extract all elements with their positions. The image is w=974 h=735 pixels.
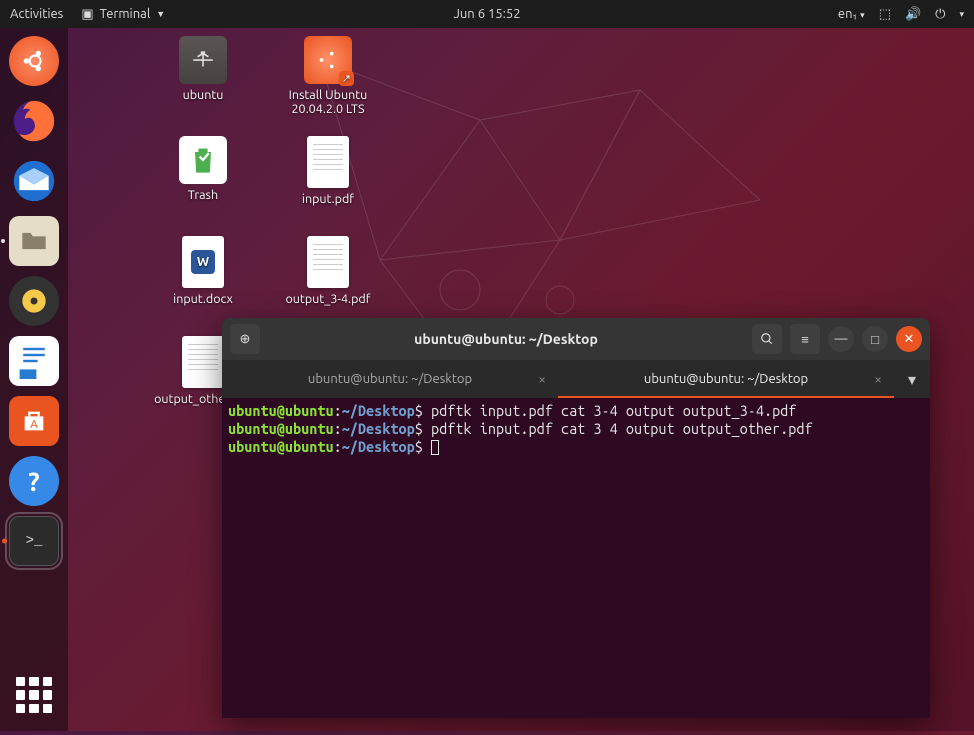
desktop-icon-label: output_3-4.pdf (268, 292, 388, 306)
window-title: ubuntu@ubuntu: ~/Desktop (268, 331, 744, 347)
desktop-icon-label: input.pdf (268, 192, 388, 206)
desktop-icon-trash[interactable]: Trash (143, 136, 263, 202)
pdf-icon (307, 236, 349, 288)
desktop-icon-label: input.docx (143, 292, 263, 306)
desktop-icon-label: Install Ubuntu 20.04.2.0 LTS (268, 88, 388, 116)
terminal-titlebar[interactable]: ⊕ ubuntu@ubuntu: ~/Desktop ≡ — □ ✕ (222, 318, 930, 360)
dock-terminal[interactable]: >_ (9, 516, 59, 566)
dock-software[interactable]: A (9, 396, 59, 446)
desktop-icon-output-34[interactable]: output_3-4.pdf (268, 236, 388, 306)
top-bar: Activities ▣ Terminal ▼ Jun 6 15:52 en₁ … (0, 0, 974, 28)
dock: A ? >_ (0, 28, 68, 731)
network-icon[interactable]: ⬚ (879, 7, 891, 22)
terminal-menu-icon: ▣ (81, 7, 93, 22)
trash-icon (179, 136, 227, 184)
docx-icon: W (182, 236, 224, 288)
dock-ubuntu[interactable] (9, 36, 59, 86)
chevron-down-icon: ▾ (959, 9, 964, 20)
tab-close-button[interactable]: × (538, 371, 546, 387)
dock-writer[interactable] (9, 336, 59, 386)
desktop-icon-home-folder[interactable]: ubuntu (143, 36, 263, 102)
installer-icon (304, 36, 352, 84)
pdf-icon (307, 136, 349, 188)
desktop-icon-label: Trash (143, 188, 263, 202)
chevron-down-icon: ▼ (156, 9, 165, 19)
dock-files[interactable] (9, 216, 59, 266)
terminal-window: ⊕ ubuntu@ubuntu: ~/Desktop ≡ — □ ✕ ubunt… (222, 318, 930, 718)
dock-rhythmbox[interactable] (9, 276, 59, 326)
terminal-tab-1[interactable]: ubuntu@ubuntu: ~/Desktop × (558, 360, 894, 398)
search-button[interactable] (752, 324, 782, 354)
activities-button[interactable]: Activities (10, 7, 63, 21)
dock-thunderbird[interactable] (9, 156, 59, 206)
dock-firefox[interactable] (9, 96, 59, 146)
tab-label: ubuntu@ubuntu: ~/Desktop (308, 372, 472, 386)
terminal-tab-bar: ubuntu@ubuntu: ~/Desktop×ubuntu@ubuntu: … (222, 360, 930, 398)
app-menu-label: Terminal (100, 7, 151, 21)
chevron-down-icon: ▾ (860, 10, 865, 20)
power-icon[interactable]: ⏻ (935, 7, 945, 22)
input-source-indicator[interactable]: en₁ ▾ (838, 7, 865, 21)
svg-text:A: A (30, 418, 38, 431)
tab-dropdown-button[interactable]: ▾ (894, 360, 930, 398)
desktop-icon-input-docx[interactable]: Winput.docx (143, 236, 263, 306)
folder-icon (179, 36, 227, 84)
terminal-tab-0[interactable]: ubuntu@ubuntu: ~/Desktop × (222, 360, 558, 398)
close-button[interactable]: ✕ (896, 326, 922, 352)
maximize-button[interactable]: □ (862, 326, 888, 352)
app-menu[interactable]: ▣ Terminal ▼ (81, 7, 165, 22)
terminal-body[interactable]: ubuntu@ubuntu:~/Desktop$ pdftk input.pdf… (222, 398, 930, 718)
tab-close-button[interactable]: × (874, 371, 882, 387)
desktop-icon-installer[interactable]: Install Ubuntu 20.04.2.0 LTS (268, 36, 388, 116)
desktop-icon-label: ubuntu (143, 88, 263, 102)
volume-icon[interactable]: 🔊 (905, 7, 921, 22)
hamburger-menu-button[interactable]: ≡ (790, 324, 820, 354)
minimize-button[interactable]: — (828, 326, 854, 352)
show-applications-button[interactable] (16, 677, 52, 713)
pdf-icon (182, 336, 224, 388)
desktop-icon-input-pdf[interactable]: input.pdf (268, 136, 388, 206)
clock[interactable]: Jun 6 15:52 (453, 7, 520, 21)
new-tab-button[interactable]: ⊕ (230, 324, 260, 354)
tab-label: ubuntu@ubuntu: ~/Desktop (644, 372, 808, 386)
dock-help[interactable]: ? (9, 456, 59, 506)
